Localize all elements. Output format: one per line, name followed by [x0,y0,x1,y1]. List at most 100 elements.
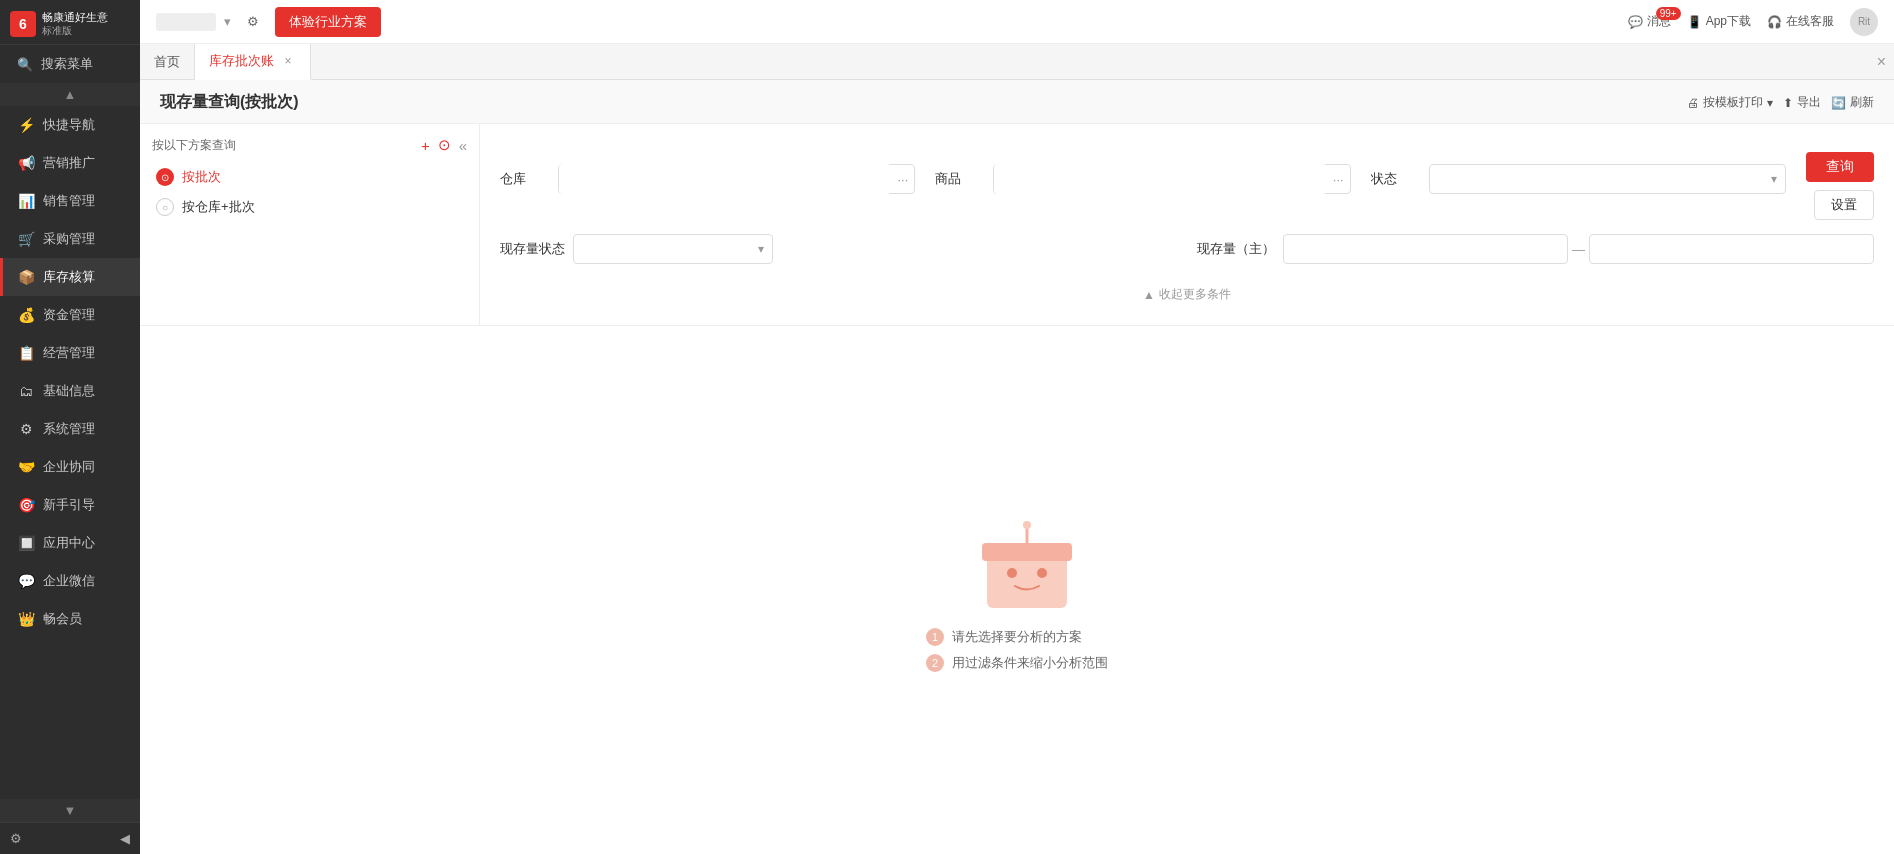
system-icon: ⚙ [17,420,35,438]
sidebar-item-basic[interactable]: 🗂 基础信息 [0,372,140,410]
plan-item-batch[interactable]: ⊙ 按批次 [140,162,479,192]
sidebar-item-newbie[interactable]: 🎯 新手引导 [0,486,140,524]
online-service-btn[interactable]: 🎧 在线客服 [1767,13,1834,30]
content-area: 现存量查询(按批次) 🖨 按模板打印 ▾ ⬆ 导出 🔄 刷新 [140,80,1894,854]
topbar-settings-btn[interactable]: ⚙ [239,8,267,36]
tab-close-btn[interactable]: × [280,53,296,69]
logo-icon: 6 [10,11,36,37]
qty-range-from[interactable] [1283,234,1568,264]
inventory-qty-label: 现存量（主） [1197,240,1275,258]
warehouse-more-btn[interactable]: ··· [891,172,914,187]
sidebar-item-label: 销售管理 [43,192,95,210]
hint-text-2: 用过滤条件来缩小分析范围 [952,654,1108,672]
close-icon[interactable]: × [280,53,296,69]
qty-range: — [1283,234,1874,264]
operation-icon: 📋 [17,344,35,362]
refresh-label: 刷新 [1850,94,1874,111]
inventory-status-select[interactable]: ▾ [573,234,773,264]
sidebar-item-wechat[interactable]: 💬 企业微信 [0,562,140,600]
warehouse-input[interactable] [559,164,891,194]
add-plan-btn[interactable]: + [421,137,430,154]
sidebar-header: 6 畅康通好生意 标准版 [0,0,140,45]
sidebar-item-marketing[interactable]: 📢 营销推广 [0,144,140,182]
sidebar-item-label: 畅会员 [43,610,82,628]
sidebar-item-sales[interactable]: 📊 销售管理 [0,182,140,220]
refresh-icon: 🔄 [1831,96,1846,110]
empty-state-area: 1 请先选择要分析的方案 2 用过滤条件来缩小分析范围 [140,326,1894,854]
plan-item-warehouse-batch[interactable]: ○ 按仓库+批次 [140,192,479,222]
tabs-bar: 首页 库存批次账 × × [140,44,1894,80]
status-select[interactable]: ▾ [1429,164,1786,194]
user-avatar: Rit [1850,8,1878,36]
message-btn[interactable]: 💬 消息 99+ [1628,13,1671,30]
sidebar-item-label: 经营管理 [43,344,95,362]
search-menu[interactable]: 🔍 搜索菜单 [0,45,140,83]
user-menu-btn[interactable]: Rit [1850,8,1878,36]
plan-settings-btn[interactable]: ⊙ [438,136,451,154]
sidebar-collapse-btn[interactable]: ◀ [120,831,130,846]
empty-svg [967,508,1087,618]
export-icon: ⬆ [1783,96,1793,110]
app-logo: 6 畅康通好生意 标准版 [10,10,130,38]
print-btn[interactable]: 🖨 按模板打印 ▾ [1687,94,1773,111]
sidebar-settings-btn[interactable]: ⚙ [10,831,22,846]
sidebar-scroll-down[interactable]: ▼ [0,799,140,822]
product-label: 商品 [935,170,985,188]
sidebar-item-purchase[interactable]: 🛒 采购管理 [0,220,140,258]
svg-point-3 [1037,568,1047,578]
edition-label: 标准版 [42,24,108,38]
sidebar-item-system[interactable]: ⚙ 系统管理 [0,410,140,448]
range-separator: — [1572,242,1585,257]
plan-warehouse-batch-label: 按仓库+批次 [182,198,255,216]
collapse-more-label: 收起更多条件 [1159,286,1231,303]
page-header: 现存量查询(按批次) 🖨 按模板打印 ▾ ⬆ 导出 🔄 刷新 [140,80,1894,124]
export-btn[interactable]: ⬆ 导出 [1783,94,1821,111]
filter-settings-btn[interactable]: 设置 [1814,190,1874,220]
enterprise-icon: 🤝 [17,458,35,476]
app-download-btn[interactable]: 📱 App下载 [1687,13,1751,30]
breadcrumb-text [156,13,216,31]
filter-top-btns: 查询 设置 [1806,138,1874,220]
collapse-more-btn[interactable]: ▲ 收起更多条件 [500,278,1874,311]
gear-icon: ⚙ [247,14,259,29]
sidebar-item-label: 快捷导航 [43,116,95,134]
service-icon: 🎧 [1767,15,1782,29]
sales-icon: 📊 [17,192,35,210]
tab-home[interactable]: 首页 [140,44,195,80]
sidebar-bottom: ⚙ ◀ [0,822,140,854]
print-label: 按模板打印 [1703,94,1763,111]
collapse-icon: ◀ [120,831,130,846]
topbar: ▾ ⚙ 体验行业方案 💬 消息 99+ 📱 App下载 🎧 在线客服 [140,0,1894,44]
sidebar-item-shortcut[interactable]: ⚡ 快捷导航 [0,106,140,144]
hint-num-2: 2 [926,654,944,672]
sidebar-item-inventory[interactable]: 📦 库存核算 [0,258,140,296]
trial-industry-btn[interactable]: 体验行业方案 [275,7,381,37]
product-more-btn[interactable]: ··· [1327,172,1350,187]
logo-text-block: 畅康通好生意 标准版 [42,10,108,38]
appstore-icon: 🔲 [17,534,35,552]
active-tab-label: 库存批次账 [209,52,274,70]
sidebar-scroll-up[interactable]: ▲ [0,83,140,106]
empty-hint-1: 1 请先选择要分析的方案 [926,628,1108,646]
message-icon: 💬 [1628,15,1643,29]
warehouse-label: 仓库 [500,170,550,188]
product-input[interactable] [994,164,1326,194]
search-menu-label: 搜索菜单 [41,55,93,73]
plan-batch-label: 按批次 [182,168,221,186]
plan-active-icon: ⊙ [156,168,174,186]
qty-range-to[interactable] [1589,234,1874,264]
sidebar-item-finance[interactable]: 💰 资金管理 [0,296,140,334]
refresh-btn[interactable]: 🔄 刷新 [1831,94,1874,111]
sidebar-item-appstore[interactable]: 🔲 应用中心 [0,524,140,562]
member-icon: 👑 [17,610,35,628]
empty-hints: 1 请先选择要分析的方案 2 用过滤条件来缩小分析范围 [926,628,1108,672]
sidebar-item-member[interactable]: 👑 畅会员 [0,600,140,638]
company-name: 畅康通好生意 [42,10,108,24]
query-btn[interactable]: 查询 [1806,152,1874,182]
sidebar-item-operation[interactable]: 📋 经营管理 [0,334,140,372]
tab-inventory-batch[interactable]: 库存批次账 × [195,44,311,80]
sidebar-item-enterprise[interactable]: 🤝 企业协同 [0,448,140,486]
collapse-panel-btn[interactable]: « [459,137,467,154]
topbar-dropdown-btn[interactable]: ▾ [224,14,231,29]
tabs-close-all-btn[interactable]: × [1877,53,1886,71]
